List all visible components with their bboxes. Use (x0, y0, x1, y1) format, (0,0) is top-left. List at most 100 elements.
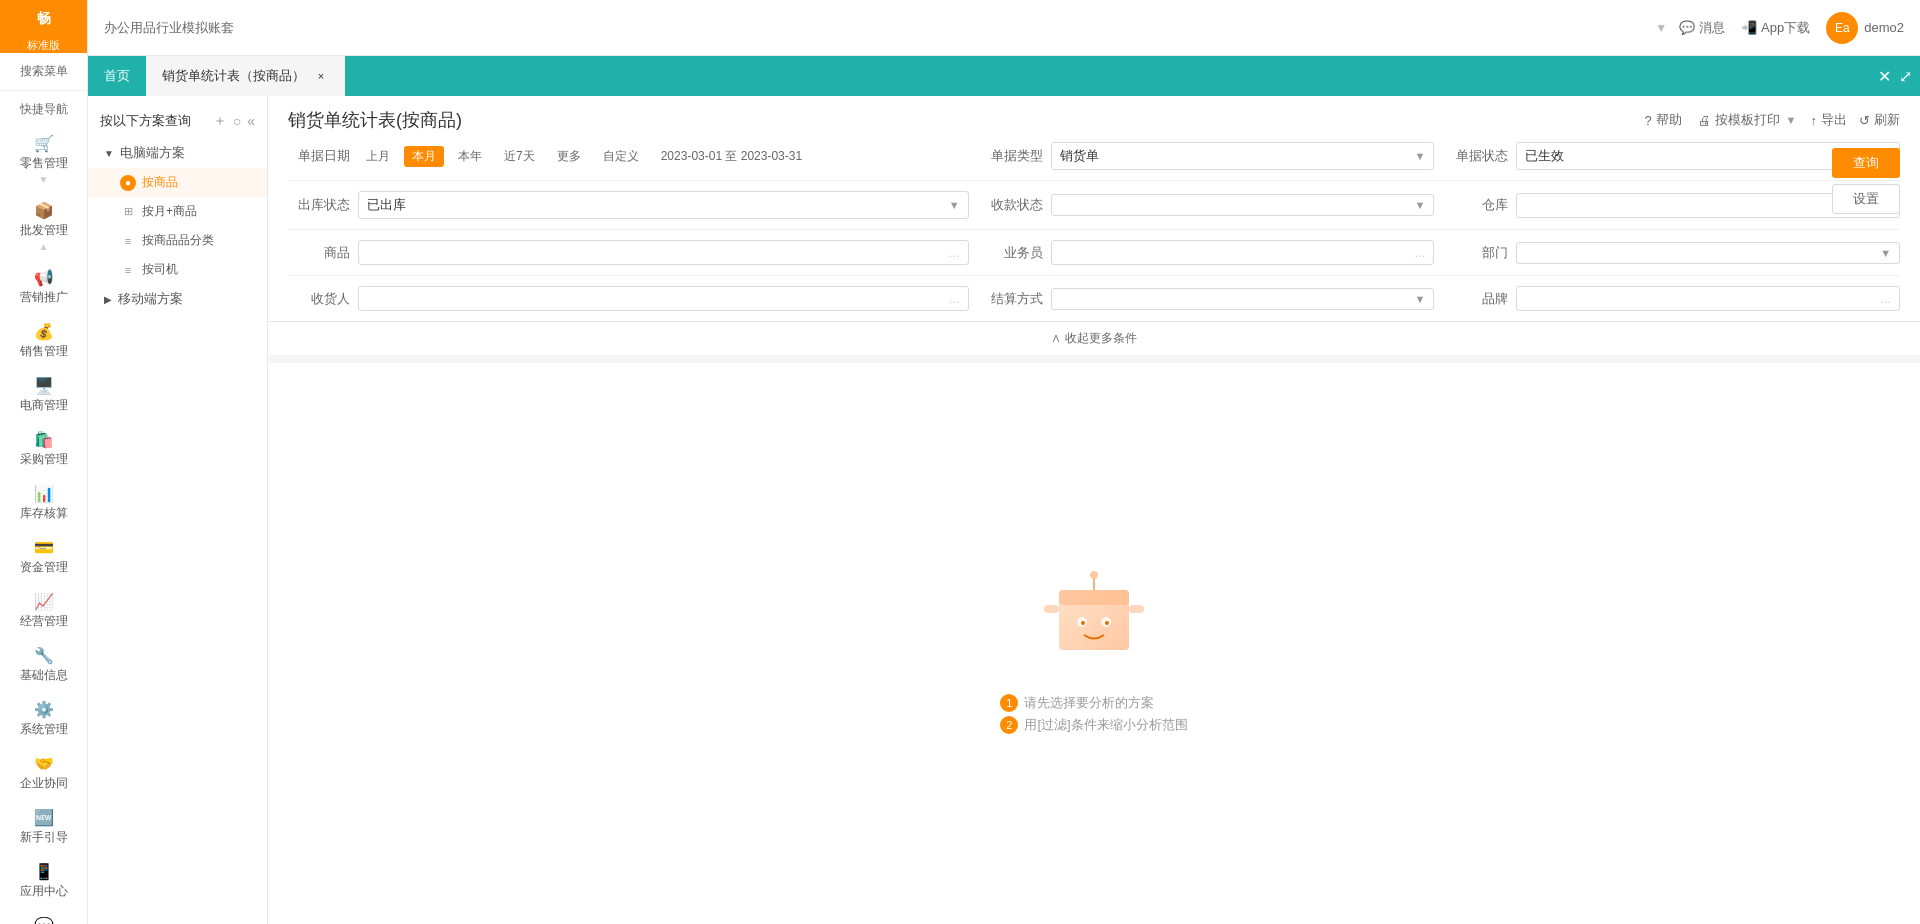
query-button[interactable]: 查询 (1832, 148, 1900, 178)
tree-desktop-scheme[interactable]: ▼ 电脑端方案 (88, 138, 267, 168)
sidebar-item-wechat[interactable]: 💬 企业微信 (0, 908, 87, 924)
brand-input[interactable]: ... (1516, 286, 1900, 311)
receipt-select[interactable]: ▼ (1051, 194, 1435, 216)
tree-item-by-driver[interactable]: ≡ 按司机 (88, 255, 267, 284)
retail-icon: 🛒 (34, 134, 54, 153)
staff-input[interactable]: ... (1051, 240, 1435, 265)
receiver-label: 收货人 (288, 290, 358, 308)
topbar-dropdown[interactable]: ▼ (1655, 21, 1667, 35)
tab-close-btn[interactable]: × (313, 68, 329, 84)
sidebar-item-finance[interactable]: 💳 资金管理 (0, 530, 87, 584)
page-actions: ? 帮助 🖨 按模板打印 ▼ ↑ 导出 (1644, 111, 1900, 129)
staff-dots: ... (1414, 245, 1425, 260)
receiver-col: 收货人 ... (288, 286, 981, 311)
left-panel-header: 按以下方案查询 ＋ ○ « (88, 104, 267, 138)
search-menu[interactable]: 搜索菜单 (0, 53, 87, 91)
payment-select[interactable]: ▼ (1051, 288, 1435, 310)
print-main[interactable]: 🖨 按模板打印 (1694, 111, 1784, 129)
app-download-action[interactable]: 📲 App下载 (1741, 19, 1810, 37)
message-action[interactable]: 💬 消息 (1679, 19, 1725, 37)
goods-input[interactable]: ... (358, 240, 969, 265)
type-select[interactable]: 销货单 ▼ (1051, 142, 1435, 170)
date-btn-thismonth[interactable]: 本月 (404, 146, 444, 167)
sidebar-item-inventory[interactable]: 📊 库存核算 (0, 476, 87, 530)
topbar-actions: 💬 消息 📲 App下载 Ea demo2 (1679, 12, 1904, 44)
topbar: 办公用品行业模拟账套 ▼ 💬 消息 📲 App下载 Ea demo2 (88, 0, 1920, 56)
tab-active[interactable]: 销货单统计表（按商品） × (146, 56, 345, 96)
type-arrow: ▼ (1414, 150, 1425, 162)
left-panel-icons: ＋ ○ « (213, 112, 255, 130)
payment-col: 结算方式 ▼ (981, 288, 1447, 310)
help-action[interactable]: ? 帮助 (1644, 111, 1681, 129)
out-control: 已出库 ▼ (358, 191, 969, 219)
empty-illustration (1034, 550, 1154, 670)
receiver-input[interactable]: ... (358, 286, 969, 311)
tree-item-by-month-goods[interactable]: ⊞ 按月+商品 (88, 197, 267, 226)
dept-control: ▼ (1516, 242, 1900, 264)
edit-scheme-btn[interactable]: ○ (233, 113, 241, 129)
app-logo[interactable]: 畅 标准版 (0, 0, 87, 53)
tree-chevron-down: ▼ (104, 148, 114, 159)
sidebar-item-marketing[interactable]: 📢 营销推广 (0, 260, 87, 314)
brand-label: 品牌 (1446, 290, 1516, 308)
tab-close-window[interactable]: ✕ (1878, 67, 1891, 86)
print-action[interactable]: 🖨 按模板打印 ▼ (1694, 111, 1799, 129)
receiver-control: ... (358, 286, 969, 311)
export-action[interactable]: ↑ 导出 (1811, 111, 1848, 129)
user-area[interactable]: Ea demo2 (1826, 12, 1904, 44)
active-dot: ● (120, 175, 136, 191)
staff-label: 业务员 (981, 244, 1051, 262)
tab-home-label: 首页 (104, 67, 130, 85)
tree-item-by-category[interactable]: ≡ 按商品品分类 (88, 226, 267, 255)
out-select[interactable]: 已出库 ▼ (358, 191, 969, 219)
print-arrow[interactable]: ▼ (1784, 114, 1799, 126)
reset-button[interactable]: 设置 (1832, 184, 1900, 214)
date-btn-thisyear[interactable]: 本年 (450, 146, 490, 167)
download-icon: 📲 (1741, 20, 1757, 35)
tip-text-2: 用[过滤]条件来缩小分析范围 (1024, 716, 1187, 734)
sidebar-item-system[interactable]: ⚙️ 系统管理 (0, 692, 87, 746)
sidebar-item-purchase[interactable]: 🛍️ 采购管理 (0, 422, 87, 476)
date-btn-more[interactable]: 更多 (549, 146, 589, 167)
dept-select[interactable]: ▼ (1516, 242, 1900, 264)
sidebar-item-ecommerce[interactable]: 🖥️ 电商管理 (0, 368, 87, 422)
receiver-dots: ... (949, 291, 960, 306)
tree-mobile-scheme[interactable]: ▶ 移动端方案 (88, 284, 267, 314)
sidebar-item-appcenter[interactable]: 📱 应用中心 (0, 854, 87, 908)
sidebar-item-sales[interactable]: 💰 销售管理 (0, 314, 87, 368)
goods-control: ... (358, 240, 969, 265)
right-panel: 销货单统计表(按商品) ? 帮助 🖨 按模板打印 ▼ (268, 96, 1920, 924)
svg-rect-10 (1044, 605, 1059, 613)
tree-label-by-month-goods: 按月+商品 (142, 203, 197, 220)
collapse-bar[interactable]: ∧ 收起更多条件 (268, 321, 1920, 355)
date-label: 单据日期 (288, 147, 358, 165)
basic-icon: 🔧 (34, 646, 54, 665)
tree-item-by-goods[interactable]: ● 按商品 (88, 168, 267, 197)
sidebar-item-retail[interactable]: 🛒 零售管理 ▼ (0, 126, 87, 193)
sidebar-item-operation[interactable]: 📈 经营管理 (0, 584, 87, 638)
empty-tip-1: 1 请先选择要分析的方案 (1000, 694, 1187, 712)
tree-label-by-goods: 按商品 (142, 174, 178, 191)
empty-state: 1 请先选择要分析的方案 2 用[过滤]条件来缩小分析范围 (268, 363, 1920, 924)
appcenter-icon: 📱 (34, 862, 54, 881)
receipt-col: 收款状态 ▼ (981, 194, 1447, 216)
add-scheme-btn[interactable]: ＋ (213, 112, 227, 130)
filter-section: 销货单统计表(按商品) ? 帮助 🖨 按模板打印 ▼ (268, 96, 1920, 355)
collapse-scheme-btn[interactable]: « (247, 113, 255, 129)
export-label: 导出 (1821, 111, 1847, 129)
date-btn-custom[interactable]: 自定义 (595, 146, 647, 167)
refresh-action[interactable]: ↺ 刷新 (1859, 111, 1900, 129)
sidebar-item-wholesale[interactable]: 📦 批发管理 ▲ (0, 193, 87, 260)
dept-col: 部门 ▼ (1446, 242, 1900, 264)
sidebar-item-basic[interactable]: 🔧 基础信息 (0, 638, 87, 692)
sidebar-item-newuser[interactable]: 🆕 新手引导 (0, 800, 87, 854)
left-panel: 按以下方案查询 ＋ ○ « ▼ 电脑端方案 ● 按商品 ⊞ 按月+商品 ≡ (88, 96, 268, 924)
date-btn-lastmonth[interactable]: 上月 (358, 146, 398, 167)
sidebar-item-enterprise[interactable]: 🤝 企业协同 (0, 746, 87, 800)
date-btn-7days[interactable]: 近7天 (496, 146, 543, 167)
tab-home[interactable]: 首页 (88, 56, 146, 96)
type-label: 单据类型 (981, 147, 1051, 165)
type-control: 销货单 ▼ (1051, 142, 1435, 170)
tab-maximize[interactable]: ⤢ (1899, 67, 1912, 86)
quick-nav[interactable]: 快捷导航 (0, 91, 87, 122)
